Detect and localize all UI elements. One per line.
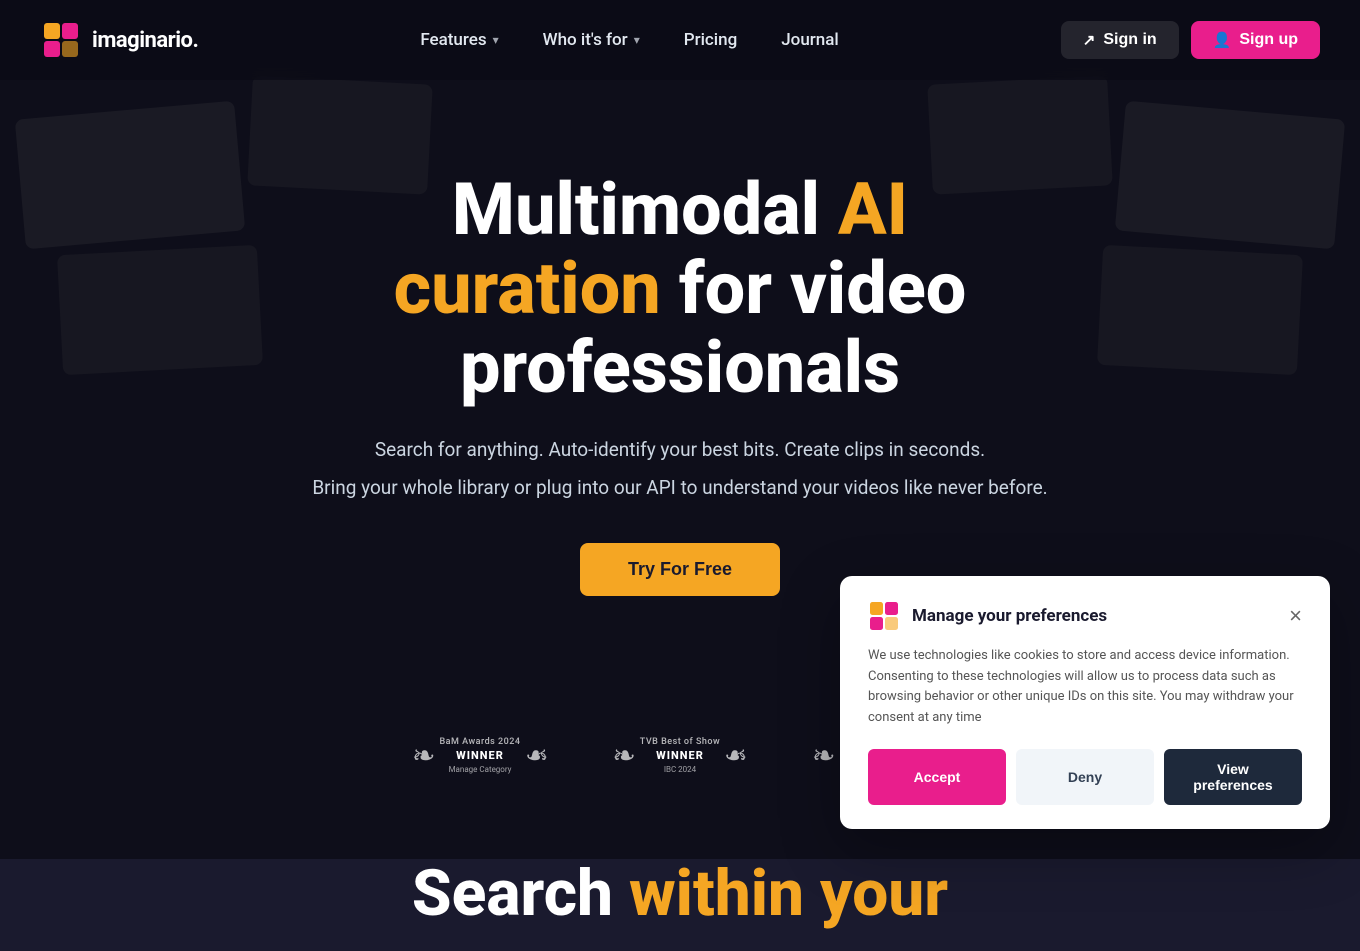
hero-title: Multimodal AI curation for video profess… <box>40 170 1320 408</box>
laurel-left-icon: ❧ <box>812 739 835 772</box>
nav-actions: ↗ Sign in 👤 Sign up <box>1061 21 1320 59</box>
sign-up-button[interactable]: 👤 Sign up <box>1191 21 1320 59</box>
chevron-down-icon: ▾ <box>634 33 640 47</box>
deny-button[interactable]: Deny <box>1016 749 1154 805</box>
laurel-left-icon: ❧ <box>412 739 435 772</box>
award-org-1: BaM Awards 2024 <box>440 737 521 747</box>
nav-item-features[interactable]: Features ▾ <box>402 22 516 58</box>
award-type-2: WINNER <box>656 749 704 762</box>
cookie-body-text: We use technologies like cookies to stor… <box>868 646 1302 729</box>
nav-item-journal[interactable]: Journal <box>763 22 857 58</box>
hero-subtitle: Search for anything. Auto-identify your … <box>40 438 1320 461</box>
nav-item-pricing[interactable]: Pricing <box>666 22 756 58</box>
bottom-title: Search within your <box>40 856 1320 931</box>
award-type-1: WINNER <box>456 749 504 762</box>
cookie-logo-icon <box>868 600 900 632</box>
award-org-2: TVB Best of Show <box>640 737 720 747</box>
cookie-banner: Manage your preferences × We use technol… <box>840 576 1330 829</box>
nav-links: Features ▾ Who it's for ▾ Pricing Journa… <box>402 22 856 58</box>
laurel-left-icon: ❧ <box>612 739 635 772</box>
award-category-2: IBC 2024 <box>664 765 696 774</box>
laurel-right-icon: ❧ <box>525 739 548 772</box>
cookie-title: Manage your preferences <box>912 606 1107 626</box>
award-item-1: ❧ BaM Awards 2024 WINNER Manage Category… <box>410 706 550 806</box>
award-category-1: Manage Category <box>449 765 512 774</box>
hero-section: Multimodal AI curation for video profess… <box>0 80 1360 656</box>
try-for-free-button[interactable]: Try For Free <box>580 543 780 596</box>
person-add-icon: 👤 <box>1213 31 1232 49</box>
navbar: imaginario. Features ▾ Who it's for ▾ Pr… <box>0 0 1360 80</box>
nav-item-who-its-for[interactable]: Who it's for ▾ <box>525 22 658 58</box>
bottom-section: Search within your <box>0 836 1360 951</box>
external-link-icon: ↗ <box>1083 31 1096 49</box>
laurel-right-icon: ❧ <box>724 739 747 772</box>
cookie-header: Manage your preferences × <box>868 600 1302 632</box>
chevron-down-icon: ▾ <box>493 33 499 47</box>
sign-in-button[interactable]: ↗ Sign in <box>1061 21 1179 59</box>
logo-text: imaginario. <box>92 28 198 53</box>
cookie-actions: Accept Deny View preferences <box>868 749 1302 805</box>
award-item-2: ❧ TVB Best of Show WINNER IBC 2024 ❧ <box>610 706 750 806</box>
accept-button[interactable]: Accept <box>868 749 1006 805</box>
logo-icon <box>40 19 82 61</box>
cookie-close-button[interactable]: × <box>1289 605 1302 627</box>
view-preferences-button[interactable]: View preferences <box>1164 749 1302 805</box>
logo-link[interactable]: imaginario. <box>40 19 198 61</box>
hero-description: Bring your whole library or plug into ou… <box>40 473 1320 503</box>
